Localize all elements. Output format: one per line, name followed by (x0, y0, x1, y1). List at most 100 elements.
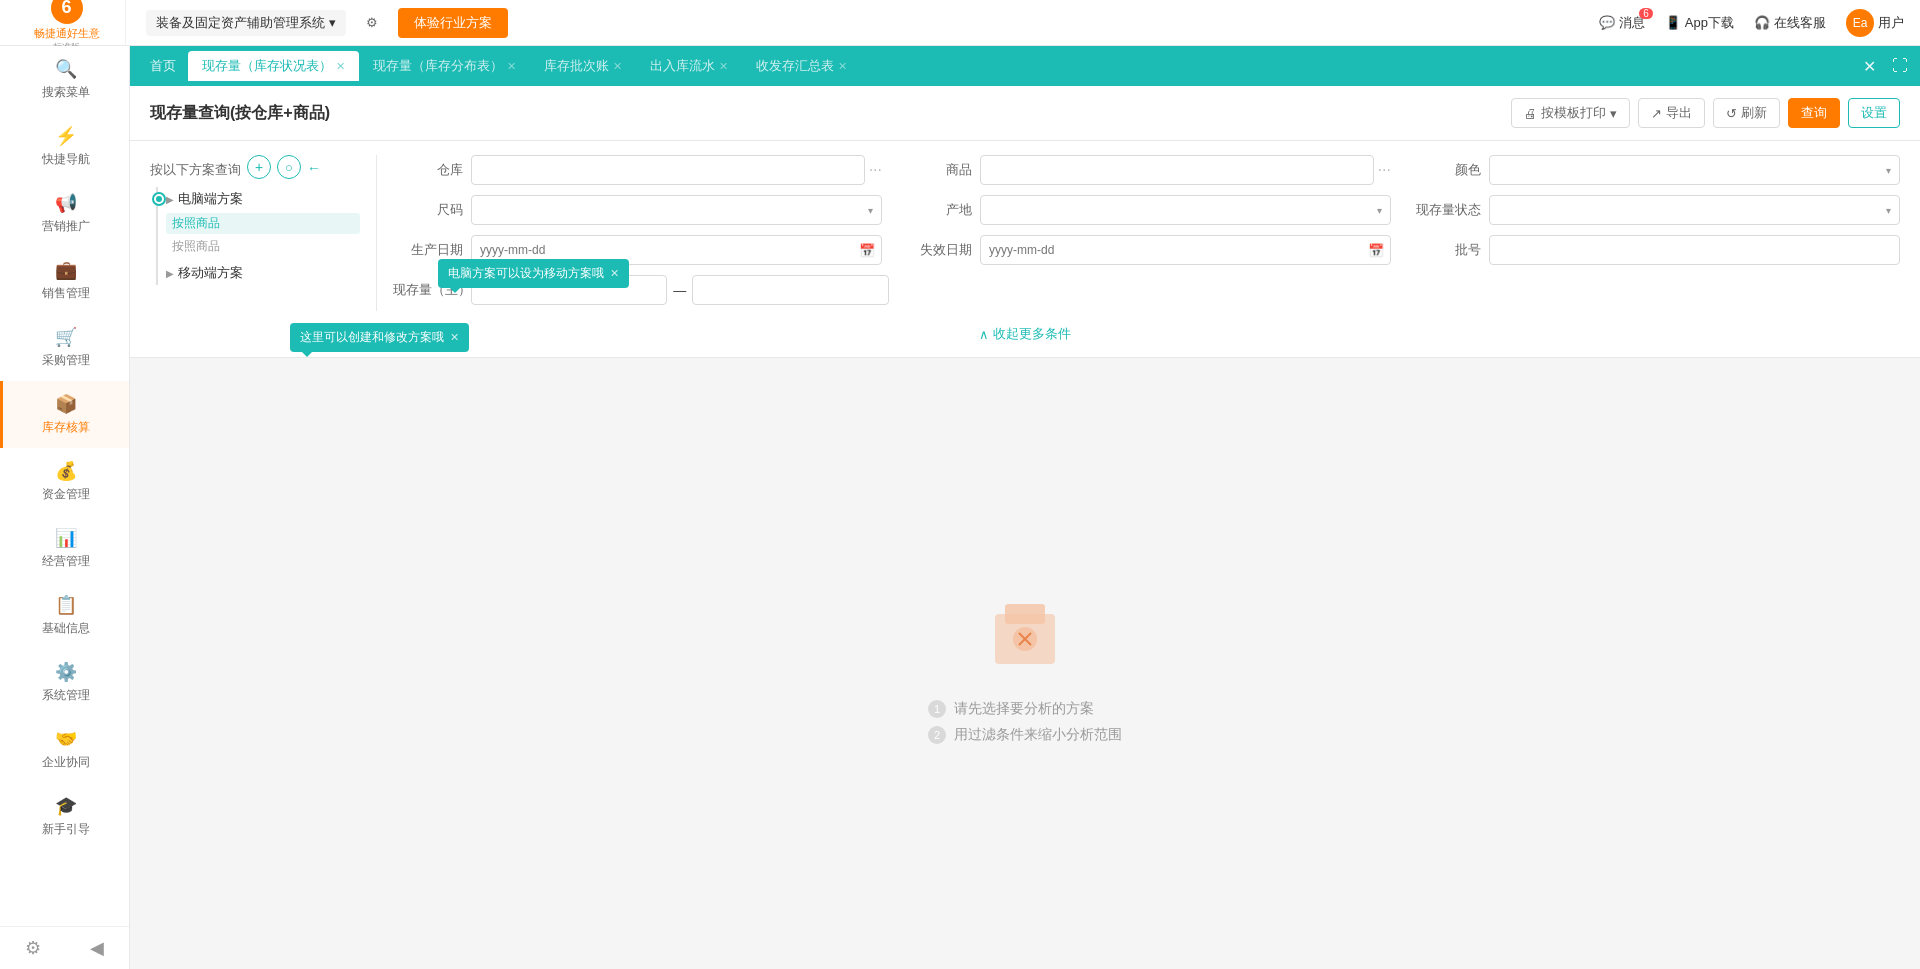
stock-main-max[interactable] (692, 275, 888, 305)
sidebar-item-basic[interactable]: 📋 基础信息 (0, 582, 129, 649)
tab-home[interactable]: 首页 (138, 51, 188, 81)
tab-summary[interactable]: 收发存汇总表 ✕ (742, 51, 861, 81)
filter-label: 按以下方案查询 (150, 161, 241, 179)
sidebar-item-purchase[interactable]: 🛒 采购管理 (0, 314, 129, 381)
svg-rect-1 (1005, 604, 1045, 624)
page-header: 现存量查询(按仓库+商品) 🖨 按模板打印 ▾ ↗ 导出 ↺ 刷新 (130, 86, 1920, 141)
search-icon: 🔍 (55, 58, 77, 80)
sidebar-label-purchase: 采购管理 (42, 352, 90, 369)
add-scheme-btn[interactable]: + (247, 155, 271, 179)
sidebar-item-finance[interactable]: 💰 资金管理 (0, 448, 129, 515)
tab-inventory-dist[interactable]: 现存量（库存分布表） ✕ (359, 51, 530, 81)
exp-date-input[interactable]: 📅 (980, 235, 1391, 265)
logo-icon: 6 (51, 0, 83, 24)
inventory-icon: 📦 (55, 393, 77, 415)
tab-inventory-status[interactable]: 现存量（库存状况表） ✕ (188, 51, 359, 81)
scheme-item-2[interactable]: 按照商品 (166, 236, 360, 257)
calendar-icon-exp[interactable]: 📅 (1362, 243, 1390, 258)
tab-batch[interactable]: 库存批次账 ✕ (530, 51, 636, 81)
filter-row-size: 尺码 ▾ (393, 195, 882, 225)
user-btn[interactable]: Ea 用户 (1846, 9, 1904, 37)
tab-close-3[interactable]: ✕ (613, 60, 622, 73)
tab-close-2[interactable]: ✕ (507, 60, 516, 73)
empty-tips: 1 请先选择要分析的方案 2 用过滤条件来缩小分析范围 (928, 700, 1122, 744)
sidebar-item-guide[interactable]: 🎓 新手引导 (0, 783, 129, 850)
sidebar-item-system[interactable]: ⚙️ 系统管理 (0, 649, 129, 716)
tabs-actions: ✕ ⛶ (1859, 55, 1912, 78)
export-icon: ↗ (1651, 106, 1662, 121)
logo-brand: 畅捷通好生意 (34, 26, 100, 41)
sidebar-item-cooperation[interactable]: 🤝 企业协同 (0, 716, 129, 783)
top-right: 💬 消息 6 📱 App下载 🎧 在线客服 Ea 用户 (1599, 9, 1904, 37)
online-service-btn[interactable]: 🎧 在线客服 (1754, 14, 1826, 32)
tab-close-4[interactable]: ✕ (719, 60, 728, 73)
refresh-btn[interactable]: ↺ 刷新 (1713, 98, 1780, 128)
sidebar-item-quick[interactable]: ⚡ 快捷导航 (0, 113, 129, 180)
message-btn[interactable]: 💬 消息 6 (1599, 14, 1645, 32)
sidebar-label-finance: 资金管理 (42, 486, 90, 503)
sidebar-label-inventory: 库存核算 (42, 419, 90, 436)
sidebar-item-inventory[interactable]: 📦 库存核算 (0, 381, 129, 448)
tab-close-all-icon[interactable]: ✕ (1859, 55, 1880, 78)
app-download-btn[interactable]: 📱 App下载 (1665, 14, 1734, 32)
stock-range-separator: — (673, 283, 686, 298)
size-select[interactable]: ▾ (471, 195, 882, 225)
edit-scheme-btn[interactable]: ○ (277, 155, 301, 179)
stock-status-chevron-icon: ▾ (1886, 205, 1891, 216)
prod-date-start[interactable] (472, 243, 853, 257)
stock-status-select[interactable]: ▾ (1489, 195, 1900, 225)
content-body: 1 请先选择要分析的方案 2 用过滤条件来缩小分析范围 (130, 358, 1920, 969)
warehouse-dots[interactable]: ··· (869, 161, 882, 179)
query-btn[interactable]: 查询 (1788, 98, 1840, 128)
color-select[interactable]: ▾ (1489, 155, 1900, 185)
content-area: 首页 现存量（库存状况表） ✕ 现存量（库存分布表） ✕ 库存批次账 ✕ 出入库… (130, 46, 1920, 969)
origin-chevron-icon: ▾ (1377, 205, 1382, 216)
tooltip-main-close[interactable]: ✕ (610, 267, 619, 280)
export-btn[interactable]: ↗ 导出 (1638, 98, 1705, 128)
scheme-mobile-toggle[interactable]: ▶ 移动端方案 (166, 261, 360, 285)
scheme-item-1[interactable]: 按照商品 (166, 213, 360, 234)
sidebar-label-quick: 快捷导航 (42, 151, 90, 168)
industry-button[interactable]: 体验行业方案 (398, 8, 508, 38)
cooperation-icon: 🤝 (55, 728, 77, 750)
size-chevron-icon: ▾ (868, 205, 873, 216)
collapse-sidebar-icon[interactable]: ◀ (90, 937, 104, 959)
exp-date-start[interactable] (981, 243, 1362, 257)
printer-icon: 🖨 (1524, 106, 1537, 121)
product-dots[interactable]: ··· (1378, 161, 1391, 179)
top-bar: 6 畅捷通好生意 标准版 装备及固定资产辅助管理系统 ▾ ⚙ 体验行业方案 💬 … (0, 0, 1920, 46)
settings-bottom-icon[interactable]: ⚙ (25, 937, 41, 959)
operation-icon: 📊 (55, 527, 77, 549)
warehouse-label: 仓库 (393, 161, 463, 179)
filter-row-stock-status: 现存量状态 ▾ (1411, 195, 1900, 225)
sidebar-label-guide: 新手引导 (42, 821, 90, 838)
tab-close-1[interactable]: ✕ (336, 60, 345, 73)
tab-inout-flow[interactable]: 出入库流水 ✕ (636, 51, 742, 81)
stock-status-label: 现存量状态 (1411, 201, 1481, 219)
filter-row-batch: 批号 (1411, 235, 1900, 265)
tab-fullscreen-icon[interactable]: ⛶ (1888, 55, 1912, 78)
scheme-desktop-toggle[interactable]: ▶ 电脑端方案 (166, 187, 360, 211)
calendar-icon-prod[interactable]: 📅 (853, 243, 881, 258)
sidebar-item-search[interactable]: 🔍 搜索菜单 (0, 46, 129, 113)
sidebar-item-sales[interactable]: 💼 销售管理 (0, 247, 129, 314)
tabs-bar: 首页 现存量（库存状况表） ✕ 现存量（库存分布表） ✕ 库存批次账 ✕ 出入库… (130, 46, 1920, 86)
print-btn[interactable]: 🖨 按模板打印 ▾ (1511, 98, 1630, 128)
origin-select[interactable]: ▾ (980, 195, 1391, 225)
exp-date-label: 失效日期 (902, 241, 972, 259)
settings-icon[interactable]: ⚙ (358, 9, 386, 37)
filter-row-product: 商品 ··· (902, 155, 1391, 185)
sidebar-item-operation[interactable]: 📊 经营管理 (0, 515, 129, 582)
tab-close-5[interactable]: ✕ (838, 60, 847, 73)
product-input[interactable] (980, 155, 1374, 185)
system-select[interactable]: 装备及固定资产辅助管理系统 ▾ (146, 10, 346, 36)
tip-num-1: 1 (928, 700, 946, 718)
tooltip-sub-close[interactable]: ✕ (450, 331, 459, 344)
scheme-desktop-label: 电脑端方案 (178, 190, 243, 208)
sidebar-item-marketing[interactable]: 📢 营销推广 (0, 180, 129, 247)
scheme-back-arrow[interactable]: ← (307, 160, 321, 176)
warehouse-input[interactable] (471, 155, 865, 185)
collapse-filter-btn[interactable]: ∧ 收起更多条件 (979, 325, 1071, 343)
batch-input[interactable] (1489, 235, 1900, 265)
reset-btn[interactable]: 设置 (1848, 98, 1900, 128)
